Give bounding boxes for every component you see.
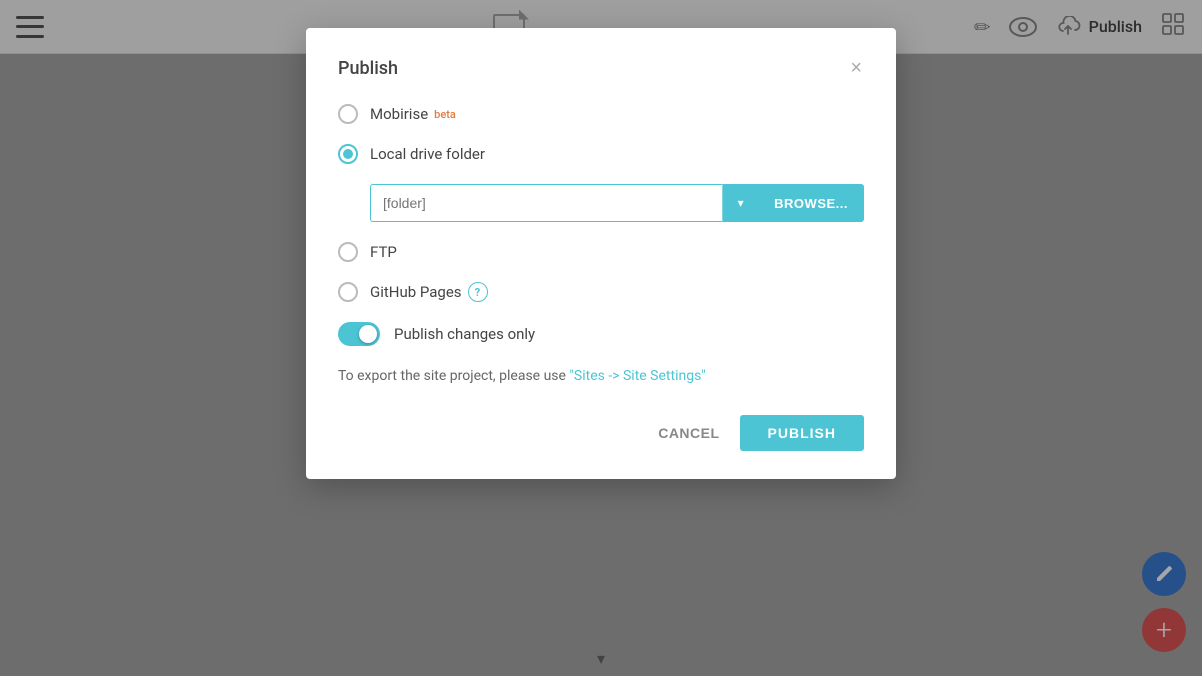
- cancel-button[interactable]: CANCEL: [654, 417, 723, 449]
- option-github-label: GitHub Pages ?: [370, 282, 488, 302]
- info-text: To export the site project, please use "…: [338, 366, 864, 387]
- dialog-footer: CANCEL PUBLISH: [338, 415, 864, 451]
- option-ftp[interactable]: FTP: [338, 242, 864, 262]
- radio-ftp[interactable]: [338, 242, 358, 262]
- dialog-close-button[interactable]: ×: [848, 56, 864, 80]
- publish-button[interactable]: PUBLISH: [740, 415, 864, 451]
- option-mobirise[interactable]: Mobirise beta: [338, 104, 864, 124]
- toggle-label: Publish changes only: [394, 325, 535, 343]
- option-local-label: Local drive folder: [370, 145, 485, 163]
- folder-dropdown-button[interactable]: ▾: [722, 184, 758, 222]
- chevron-down-icon: ▾: [738, 196, 744, 210]
- option-github[interactable]: GitHub Pages ?: [338, 282, 864, 302]
- folder-input[interactable]: [370, 184, 722, 222]
- toggle-row: Publish changes only: [338, 322, 864, 346]
- radio-github[interactable]: [338, 282, 358, 302]
- browse-button[interactable]: BROWSE...: [758, 184, 864, 222]
- publish-dialog: Publish × Mobirise beta Local drive fold…: [306, 28, 896, 479]
- option-ftp-label: FTP: [370, 243, 397, 261]
- publish-changes-toggle[interactable]: [338, 322, 380, 346]
- modal-overlay: Publish × Mobirise beta Local drive fold…: [0, 0, 1202, 676]
- toggle-knob: [359, 325, 377, 343]
- dialog-header: Publish ×: [338, 56, 864, 80]
- option-local[interactable]: Local drive folder: [338, 144, 864, 164]
- radio-mobirise[interactable]: [338, 104, 358, 124]
- beta-badge: beta: [434, 108, 456, 121]
- folder-input-row: ▾ BROWSE...: [370, 184, 864, 222]
- site-settings-link[interactable]: "Sites -> Site Settings": [569, 368, 705, 384]
- radio-local[interactable]: [338, 144, 358, 164]
- option-mobirise-label: Mobirise beta: [370, 105, 456, 123]
- github-help-badge[interactable]: ?: [468, 282, 488, 302]
- dialog-title: Publish: [338, 58, 398, 79]
